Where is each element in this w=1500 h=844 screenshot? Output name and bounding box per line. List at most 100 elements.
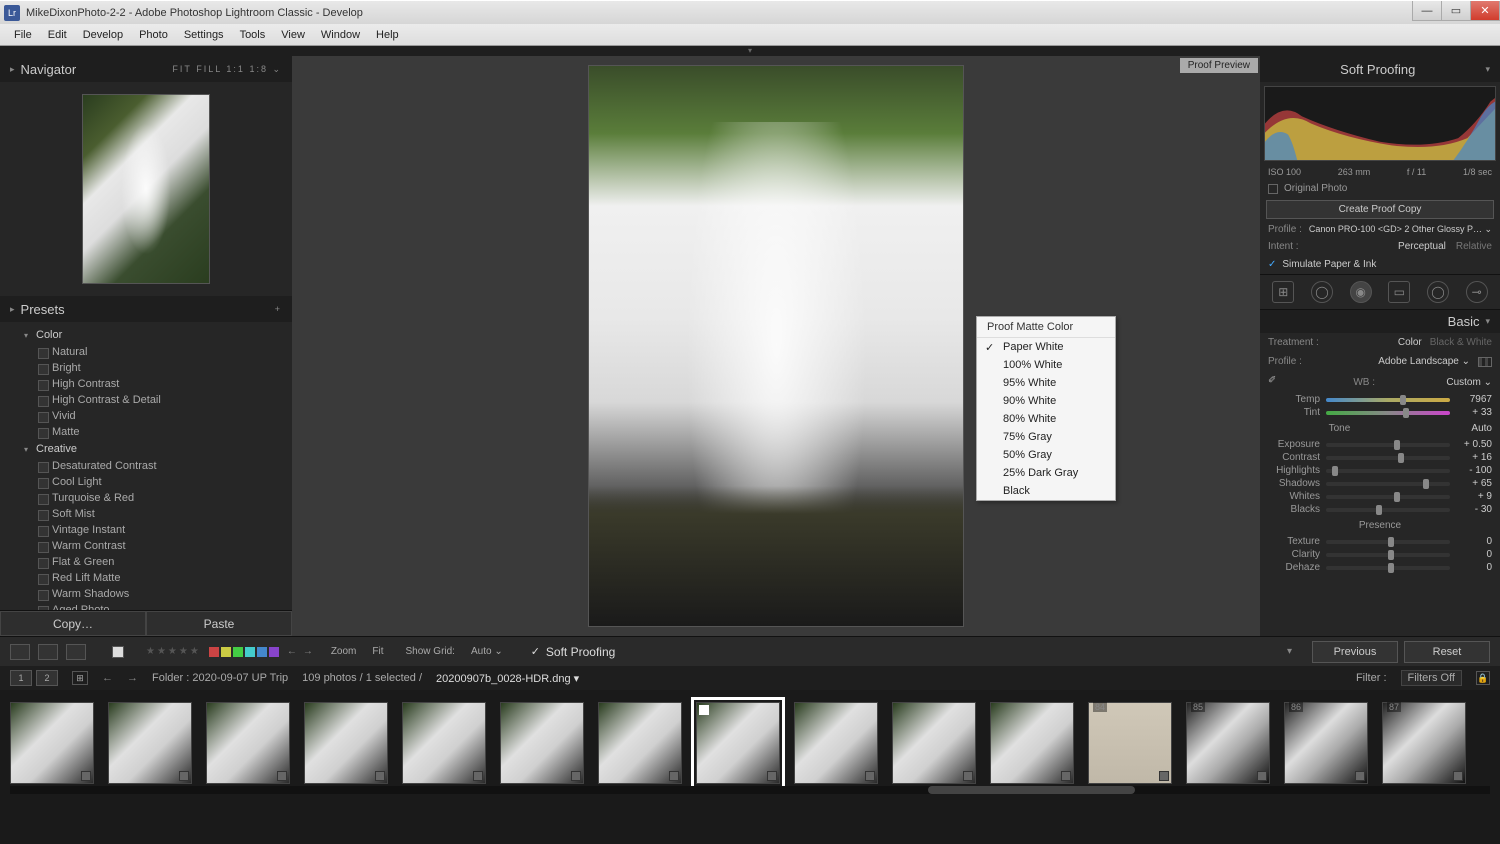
soft-proofing-toggle[interactable]: ✓ Soft Proofing bbox=[531, 645, 616, 659]
treatment-color[interactable]: Color bbox=[1398, 337, 1422, 348]
filmstrip-thumbnail[interactable]: 87 bbox=[1382, 702, 1466, 784]
copy-button[interactable]: Copy… bbox=[0, 611, 146, 636]
preset-item[interactable]: High Contrast bbox=[0, 376, 292, 392]
slider-track[interactable] bbox=[1326, 443, 1450, 447]
menu-edit[interactable]: Edit bbox=[40, 26, 75, 44]
profile2-row[interactable]: Profile : Adobe Landscape ⌄ bbox=[1260, 352, 1500, 371]
color-swatch[interactable] bbox=[221, 647, 231, 657]
preset-item[interactable]: Flat & Green bbox=[0, 554, 292, 570]
filmstrip-thumbnail[interactable] bbox=[304, 702, 388, 784]
menu-view[interactable]: View bbox=[273, 26, 313, 44]
presets-header[interactable]: ▸ Presets + bbox=[0, 296, 292, 322]
checkbox-icon[interactable] bbox=[1268, 184, 1278, 194]
color-swatch[interactable] bbox=[209, 647, 219, 657]
eyedropper-icon[interactable]: ✐ bbox=[1268, 375, 1282, 389]
prev-photo-icon[interactable]: ← bbox=[287, 646, 297, 657]
preset-item[interactable]: Matte bbox=[0, 424, 292, 440]
slider-track[interactable] bbox=[1326, 456, 1450, 460]
filmstrip-thumbnail[interactable]: 86 bbox=[1284, 702, 1368, 784]
navigator-zoom-modes[interactable]: FIT FILL 1:1 1:8 ⌄ bbox=[172, 64, 282, 75]
menu-settings[interactable]: Settings bbox=[176, 26, 232, 44]
slider-track[interactable] bbox=[1326, 566, 1450, 570]
filmstrip-thumbnail[interactable] bbox=[206, 702, 290, 784]
dehaze-slider[interactable]: Dehaze 0 bbox=[1260, 561, 1500, 574]
slider-track[interactable] bbox=[1326, 398, 1450, 402]
color-swatch[interactable] bbox=[257, 647, 267, 657]
exposure-slider[interactable]: Exposure + 0.50 bbox=[1260, 438, 1500, 451]
preset-item[interactable]: Desaturated Contrast bbox=[0, 458, 292, 474]
context-menu-item[interactable]: 95% White bbox=[977, 374, 1115, 392]
main-image[interactable] bbox=[588, 65, 964, 627]
brush-tool-icon[interactable]: ⊸ bbox=[1466, 281, 1488, 303]
menu-develop[interactable]: Develop bbox=[75, 26, 131, 44]
slider-track[interactable] bbox=[1326, 540, 1450, 544]
filmstrip-thumbnail[interactable] bbox=[500, 702, 584, 784]
create-proof-copy-button[interactable]: Create Proof Copy bbox=[1266, 200, 1494, 219]
maximize-button[interactable]: ▭ bbox=[1441, 1, 1471, 21]
navigator-thumbnail[interactable] bbox=[82, 94, 210, 284]
context-menu-item[interactable]: 25% Dark Gray bbox=[977, 464, 1115, 482]
filmstrip-thumbnail[interactable] bbox=[108, 702, 192, 784]
next-photo-icon[interactable]: → bbox=[303, 646, 313, 657]
shadows-slider[interactable]: Shadows + 65 bbox=[1260, 477, 1500, 490]
slider-track[interactable] bbox=[1326, 553, 1450, 557]
redeye-tool-icon[interactable]: ◉ bbox=[1350, 281, 1372, 303]
preset-group-creative[interactable]: Creative bbox=[0, 440, 292, 458]
reset-button[interactable]: Reset bbox=[1404, 641, 1490, 663]
preset-item[interactable]: Vivid bbox=[0, 408, 292, 424]
preset-item[interactable]: Vintage Instant bbox=[0, 522, 292, 538]
profile-browser-icon[interactable] bbox=[1478, 357, 1492, 367]
context-menu-item[interactable]: 75% Gray bbox=[977, 428, 1115, 446]
softproof-header[interactable]: Soft Proofing ▾ bbox=[1260, 56, 1500, 82]
second-window-icon[interactable]: 2 bbox=[36, 670, 58, 686]
filmstrip-thumbnail[interactable]: 84 bbox=[1088, 702, 1172, 784]
basic-header[interactable]: Basic ▾ bbox=[1260, 310, 1500, 333]
slider-track[interactable] bbox=[1326, 495, 1450, 499]
filmstrip-thumbnail[interactable] bbox=[696, 702, 780, 784]
highlights-slider[interactable]: Highlights - 100 bbox=[1260, 464, 1500, 477]
preset-item[interactable]: Red Lift Matte bbox=[0, 570, 292, 586]
back-arrow-icon[interactable]: ← bbox=[102, 672, 113, 684]
slider-track[interactable] bbox=[1326, 411, 1450, 415]
intent-relative[interactable]: Relative bbox=[1456, 241, 1492, 252]
preset-item[interactable]: Warm Contrast bbox=[0, 538, 292, 554]
preset-item[interactable]: High Contrast & Detail bbox=[0, 392, 292, 408]
clarity-slider[interactable]: Clarity 0 bbox=[1260, 548, 1500, 561]
profile-value[interactable]: Canon PRO-100 <GD> 2 Other Glossy P… ⌄ bbox=[1309, 224, 1492, 235]
before-after-icon[interactable] bbox=[38, 644, 58, 660]
color-swatch[interactable] bbox=[245, 647, 255, 657]
showgrid-auto[interactable]: Auto ⌄ bbox=[471, 646, 503, 657]
grid-view-icon[interactable]: ⊞ bbox=[72, 671, 88, 685]
wb-value[interactable]: Custom ⌄ bbox=[1446, 377, 1492, 388]
texture-slider[interactable]: Texture 0 bbox=[1260, 535, 1500, 548]
navigator-header[interactable]: ▸ Navigator FIT FILL 1:1 1:8 ⌄ bbox=[0, 56, 292, 82]
color-swatch[interactable] bbox=[269, 647, 279, 657]
tone-auto-button[interactable]: Auto bbox=[1471, 423, 1492, 434]
filter-select[interactable]: Filters Off bbox=[1401, 670, 1462, 686]
spot-tool-icon[interactable]: ◯ bbox=[1311, 281, 1333, 303]
flag-icon[interactable] bbox=[112, 646, 124, 658]
filmstrip-thumbnail[interactable] bbox=[402, 702, 486, 784]
scrollbar-thumb[interactable] bbox=[928, 786, 1135, 794]
chevron-down-icon[interactable]: ▾ bbox=[748, 46, 752, 55]
original-photo-row[interactable]: Original Photo bbox=[1260, 179, 1500, 198]
filmstrip-thumbnail[interactable] bbox=[892, 702, 976, 784]
slider-track[interactable] bbox=[1326, 469, 1450, 473]
previous-button[interactable]: Previous bbox=[1312, 641, 1398, 663]
preset-item[interactable]: Cool Light bbox=[0, 474, 292, 490]
chevron-down-icon[interactable]: ▾ bbox=[1287, 646, 1292, 657]
forward-arrow-icon[interactable]: → bbox=[127, 672, 138, 684]
check-icon[interactable]: ✓ bbox=[1268, 259, 1276, 270]
crop-tool-icon[interactable]: ⊞ bbox=[1272, 281, 1294, 303]
lock-icon[interactable]: 🔒 bbox=[1476, 671, 1490, 685]
rating-stars[interactable]: ★★★★★ bbox=[146, 646, 201, 657]
histogram[interactable] bbox=[1264, 86, 1496, 161]
filmstrip-thumbnail[interactable]: 85 bbox=[1186, 702, 1270, 784]
treatment-bw[interactable]: Black & White bbox=[1430, 337, 1492, 348]
contrast-slider[interactable]: Contrast + 16 bbox=[1260, 451, 1500, 464]
current-filename[interactable]: 20200907b_0028-HDR.dng ▾ bbox=[436, 672, 579, 685]
paste-button[interactable]: Paste bbox=[146, 611, 292, 636]
minimize-button[interactable]: — bbox=[1412, 1, 1442, 21]
preset-item[interactable]: Soft Mist bbox=[0, 506, 292, 522]
intent-perceptual[interactable]: Perceptual bbox=[1398, 241, 1446, 252]
